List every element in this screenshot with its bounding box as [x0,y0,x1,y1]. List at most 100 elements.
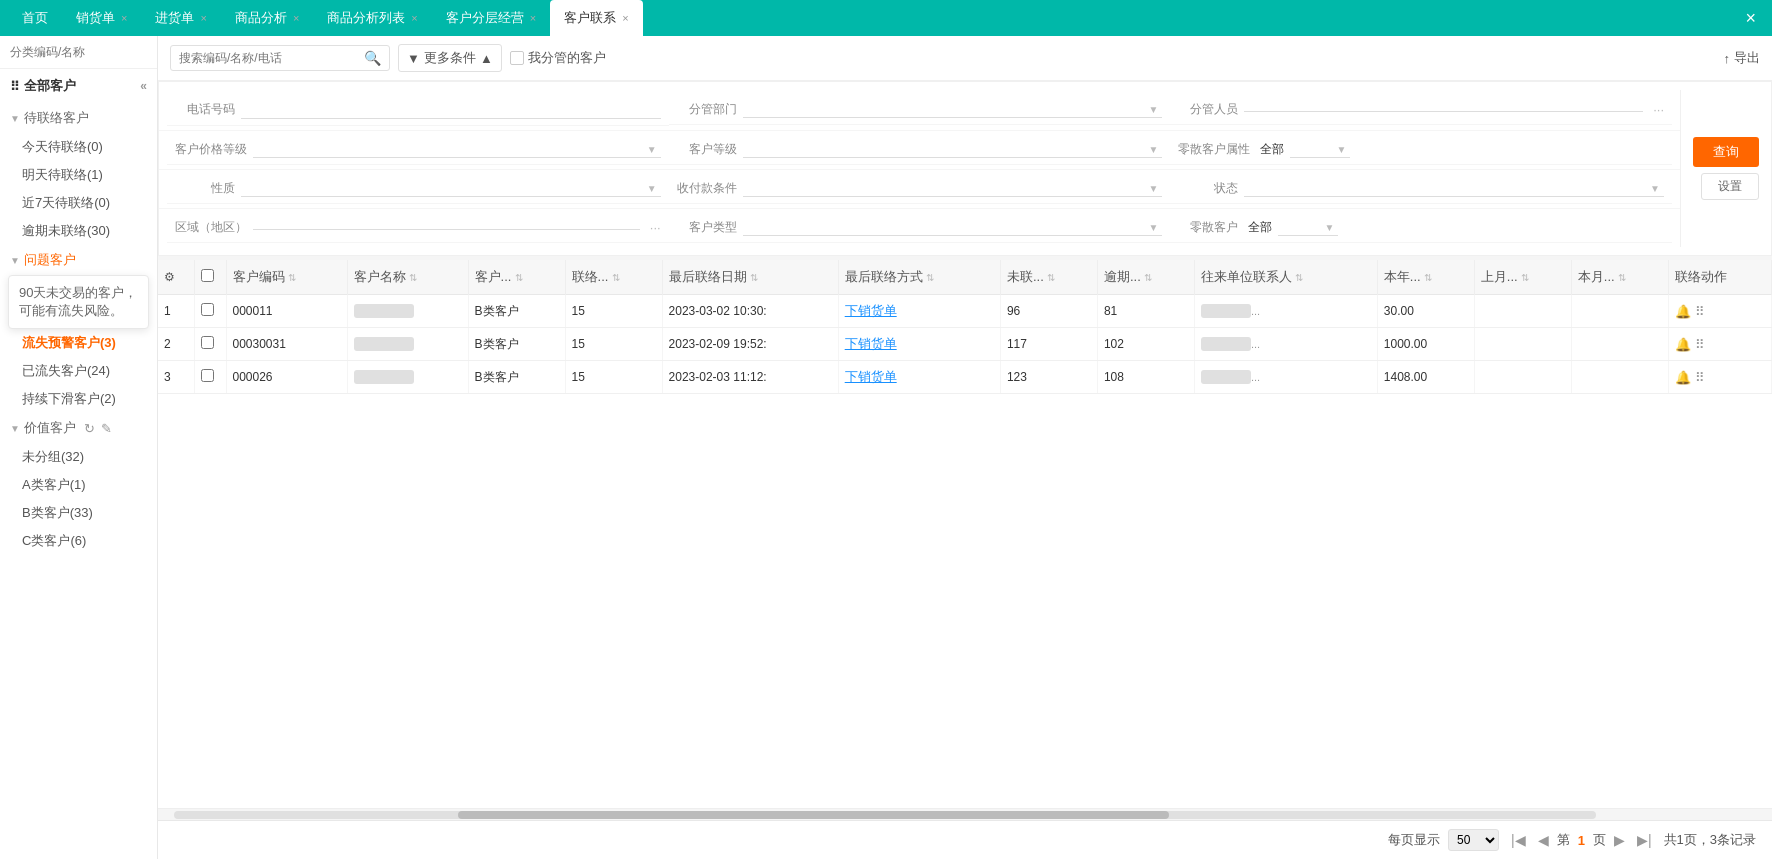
nature-select[interactable]: ▼ [241,181,661,197]
th-contact-num[interactable]: 联络... ⇅ [565,260,662,295]
next-page-button[interactable]: ▶ [1610,832,1629,848]
sidebar-section-value[interactable]: ▼ 价值客户 ↻ ✎ [0,413,157,443]
select-all-checkbox[interactable] [201,269,214,282]
price-grade-select[interactable]: ▼ [253,142,661,158]
edit-icon[interactable]: ✎ [101,421,112,436]
row-checkbox[interactable] [194,361,226,394]
tab-customer-tier[interactable]: 客户分层经营 × [432,0,550,36]
customer-grade-select[interactable]: ▼ [743,142,1163,158]
retail-attr-select[interactable]: ▼ [1290,142,1350,158]
prev-page-button[interactable]: ◀ [1534,832,1553,848]
sidebar-search-input[interactable] [10,45,158,59]
tab-purchase[interactable]: 进货单 × [141,0,220,36]
query-button[interactable]: 查询 [1693,137,1759,167]
sidebar-item-declining[interactable]: 持续下滑客户(2) [0,385,157,413]
sort-icon: ⇅ [1295,272,1303,283]
sidebar-item-churn-warning[interactable]: 流失预警客户(3) [0,329,157,357]
sidebar-item-ungrouped[interactable]: 未分组(32) [0,443,157,471]
more-action-icon[interactable]: ⠿ [1695,337,1705,352]
close-icon[interactable]: × [622,12,628,24]
retail-customer-select[interactable]: ▼ [1278,220,1338,236]
tab-product-analysis-list[interactable]: 商品分析列表 × [313,0,431,36]
th-last-contact-date[interactable]: 最后联络日期 ⇅ [662,260,838,295]
sidebar-item-7days[interactable]: 近7天待联络(0) [0,189,157,217]
row-contact-num: 15 [565,361,662,394]
th-customer-name[interactable]: 客户名称 ⇅ [347,260,468,295]
th-checkbox[interactable] [194,260,226,295]
first-page-button[interactable]: |◀ [1507,832,1530,848]
sidebar-item-churned[interactable]: 已流失客户(24) [0,357,157,385]
settings-button[interactable]: 设置 [1701,173,1759,200]
row-this-month [1571,328,1668,361]
th-this-year[interactable]: 本年... ⇅ [1377,260,1474,295]
more-conditions-button[interactable]: ▼ 更多条件 ▲ [398,44,502,72]
last-page-button[interactable]: ▶| [1633,832,1656,848]
scrollbar-track [174,811,1596,819]
close-icon[interactable]: × [200,12,206,24]
th-overdue[interactable]: 逾期... ⇅ [1097,260,1194,295]
row-checkbox[interactable] [194,328,226,361]
tab-customer-contact[interactable]: 客户联系 × [550,0,642,36]
row-last-contact-type[interactable]: 下销货单 [838,361,1000,394]
th-contact-person[interactable]: 往来单位联系人 ⇅ [1194,260,1377,295]
tab-home[interactable]: 首页 [8,0,62,36]
scrollbar-thumb[interactable] [458,811,1169,819]
export-button[interactable]: ↑ 导出 [1724,49,1761,67]
row-type: B类客户 [468,328,565,361]
contact-icon[interactable]: 🔔 [1675,337,1691,352]
more-dots-icon[interactable]: ··· [1653,102,1664,117]
th-last-month[interactable]: 上月... ⇅ [1474,260,1571,295]
tab-sales[interactable]: 销货单 × [62,0,141,36]
refresh-icon[interactable]: ↻ [84,421,95,436]
row-checkbox[interactable] [194,295,226,328]
search-input[interactable] [179,51,364,65]
sidebar-item-overdue[interactable]: 逾期未联络(30) [0,217,157,245]
sidebar-item-tomorrow[interactable]: 明天待联络(1) [0,161,157,189]
checkbox-icon[interactable] [510,51,524,65]
row-action[interactable]: 🔔⠿ [1668,328,1771,361]
th-customer-type[interactable]: 客户... ⇅ [468,260,565,295]
row-action[interactable]: 🔔⠿ [1668,361,1771,394]
close-icon[interactable]: × [530,12,536,24]
th-unlisted[interactable]: 未联... ⇅ [1000,260,1097,295]
row-last-contact-type[interactable]: 下销货单 [838,328,1000,361]
tab-product-analysis[interactable]: 商品分析 × [221,0,313,36]
row-index: 1 [158,295,194,328]
sidebar-item-b-class[interactable]: B类客户(33) [0,499,157,527]
my-customers-checkbox[interactable]: 我分管的客户 [510,49,606,67]
sidebar-section-problem[interactable]: ▼ 问题客户 [0,245,157,275]
dept-select[interactable]: ▼ [743,102,1163,118]
contact-icon[interactable]: 🔔 [1675,304,1691,319]
collapse-icon[interactable]: « [140,79,147,93]
horizontal-scrollbar[interactable] [158,808,1772,820]
th-customer-code[interactable]: 客户编码 ⇅ [226,260,347,295]
customer-type-select[interactable]: ▼ [743,220,1163,236]
th-settings[interactable]: ⚙ [158,260,194,295]
more-action-icon[interactable]: ⠿ [1695,370,1705,385]
search-button[interactable]: 🔍 [364,50,381,66]
row-type: B类客户 [468,361,565,394]
filter-customer-grade: 客户等级 ▼ [669,135,1171,165]
sidebar-section-pending[interactable]: ▼ 待联络客户 [0,103,157,133]
th-this-month[interactable]: 本月... ⇅ [1571,260,1668,295]
close-icon[interactable]: × [121,12,127,24]
arrow-down-icon: ▼ [10,113,20,124]
sidebar-item-c-class[interactable]: C类客户(6) [0,527,157,555]
chevron-down-icon: ▼ [1336,144,1346,155]
close-icon[interactable]: × [293,12,299,24]
more-action-icon[interactable]: ⠿ [1695,304,1705,319]
more-dots-icon[interactable]: ··· [650,220,661,235]
per-page-select[interactable]: 50 100 200 [1448,829,1499,851]
global-close-button[interactable]: × [1737,8,1764,29]
sidebar-all-customers[interactable]: ⠿ 全部客户 « [0,69,157,103]
row-last-contact-type[interactable]: 下销货单 [838,295,1000,328]
th-last-contact-type[interactable]: 最后联络方式 ⇅ [838,260,1000,295]
close-icon[interactable]: × [411,12,417,24]
sidebar-item-today[interactable]: 今天待联络(0) [0,133,157,161]
row-action[interactable]: 🔔⠿ [1668,295,1771,328]
contact-icon[interactable]: 🔔 [1675,370,1691,385]
status-select[interactable]: ▼ [1244,181,1664,197]
payment-select[interactable]: ▼ [743,181,1163,197]
sidebar-item-a-class[interactable]: A类客户(1) [0,471,157,499]
phone-input[interactable] [241,100,661,119]
